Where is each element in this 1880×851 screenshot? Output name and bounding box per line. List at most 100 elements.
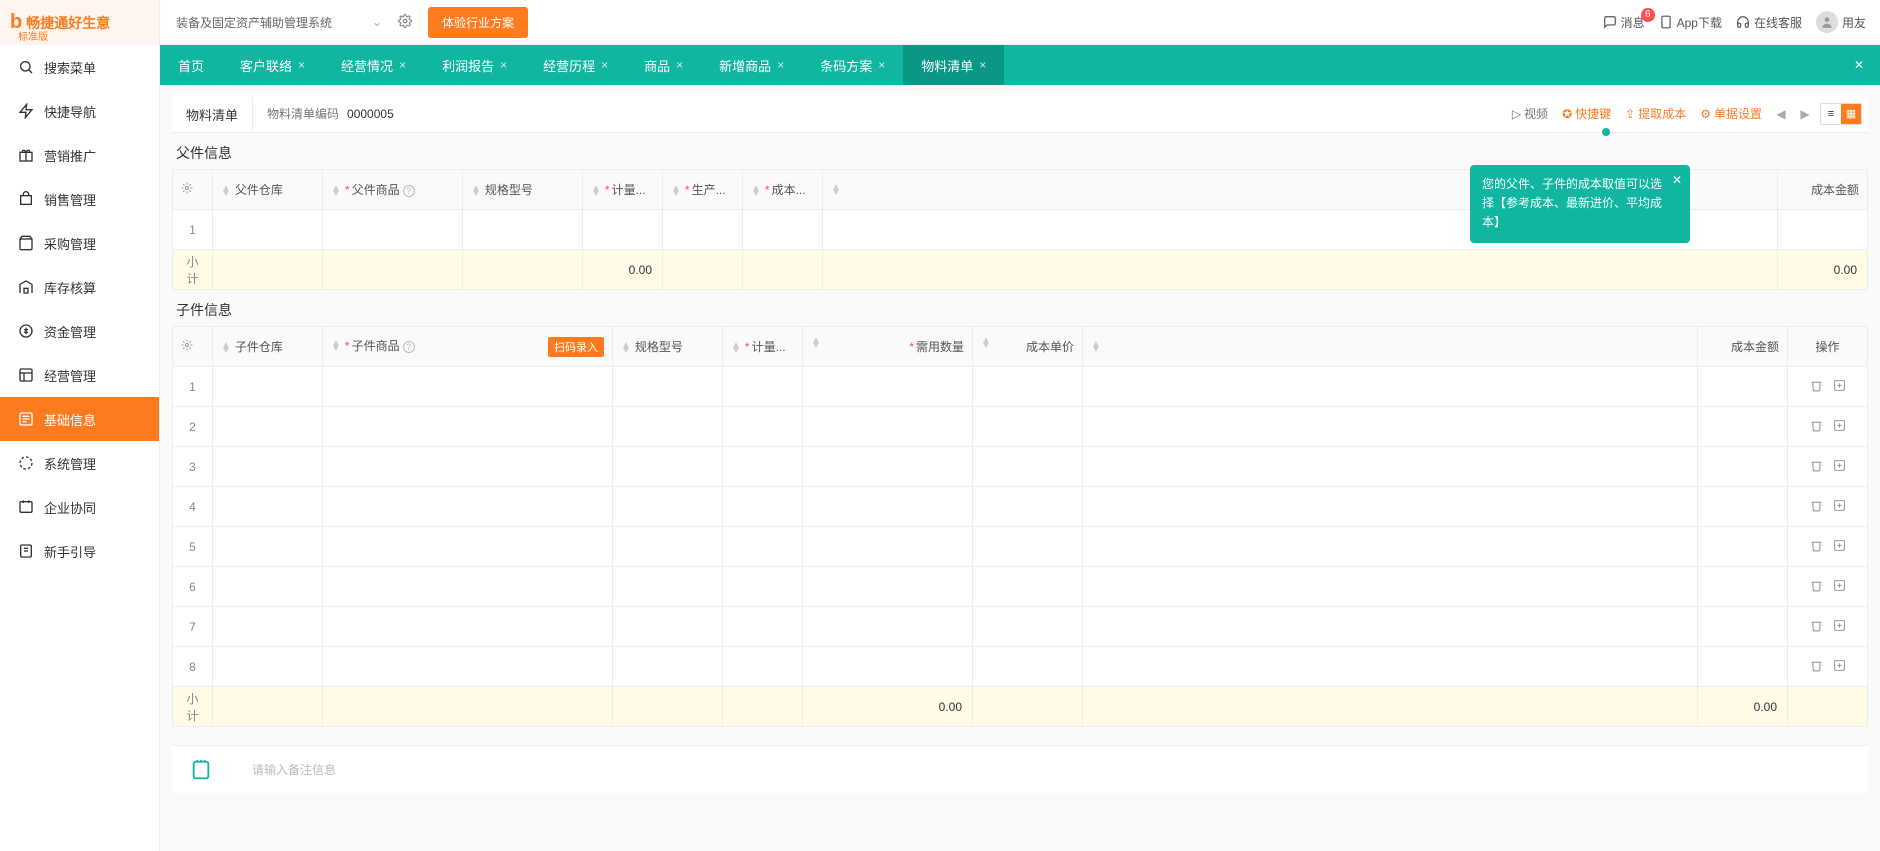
sidebar-item-guide[interactable]: 新手引导	[0, 529, 159, 573]
service-button[interactable]: 在线客服	[1736, 14, 1802, 31]
view-list-button[interactable]: ≡	[1821, 104, 1841, 124]
system-selector[interactable]: 装备及固定资产辅助管理系统 ⌄	[168, 14, 390, 31]
stock-icon	[18, 279, 34, 295]
bolt-icon: ✪	[1562, 107, 1572, 121]
close-icon[interactable]: ×	[399, 58, 406, 72]
sidebar-item-base[interactable]: 基础信息	[0, 397, 159, 441]
add-row-icon[interactable]	[1833, 539, 1846, 555]
messages-badge: 6	[1641, 8, 1655, 22]
sidebar-item-corp[interactable]: 企业协同	[0, 485, 159, 529]
gear-icon: ⚙	[1700, 107, 1711, 121]
sidebar-item-stock[interactable]: 库存核算	[0, 265, 159, 309]
sidebar-item-label: 营销推广	[44, 146, 96, 165]
next-button[interactable]: ▶	[1796, 105, 1814, 123]
table-row[interactable]: 7	[173, 607, 1868, 647]
add-row-icon[interactable]	[1833, 499, 1846, 515]
add-row-icon[interactable]	[1833, 379, 1846, 395]
delete-icon[interactable]	[1810, 539, 1823, 555]
table-row[interactable]: 2	[173, 407, 1868, 447]
table-row[interactable]: 8	[173, 647, 1868, 687]
close-icon[interactable]: ×	[500, 58, 507, 72]
column-settings-button[interactable]	[173, 327, 213, 367]
scan-button[interactable]: 扫码录入	[548, 337, 604, 357]
delete-icon[interactable]	[1810, 499, 1823, 515]
close-all-tabs-button[interactable]: ✕	[1844, 45, 1874, 85]
prev-button[interactable]: ◀	[1772, 105, 1790, 123]
shortcut-link[interactable]: ✪ 快捷键	[1558, 105, 1615, 122]
user-name: 用友	[1842, 14, 1866, 31]
tab-物料清单[interactable]: 物料清单×	[903, 45, 1004, 85]
close-icon[interactable]: ×	[777, 58, 784, 72]
delete-icon[interactable]	[1810, 659, 1823, 675]
close-icon[interactable]: ×	[601, 58, 608, 72]
tab-客户联络[interactable]: 客户联络 ×	[222, 45, 323, 85]
delete-icon[interactable]	[1810, 459, 1823, 475]
sidebar-item-cart[interactable]: 销售管理	[0, 177, 159, 221]
sidebar-item-sys[interactable]: 系统管理	[0, 441, 159, 485]
table-row[interactable]: 5	[173, 527, 1868, 567]
topbar: 装备及固定资产辅助管理系统 ⌄ 体验行业方案 消息 6 App下载 在线客服 用…	[160, 0, 1880, 45]
delete-icon[interactable]	[1810, 419, 1823, 435]
tab-利润报告[interactable]: 利润报告×	[424, 45, 525, 85]
table-row[interactable]: 4	[173, 487, 1868, 527]
tab-label: 经营情况	[341, 56, 393, 75]
close-icon[interactable]: ×	[676, 58, 683, 72]
avatar-icon	[1816, 11, 1838, 33]
cta-button[interactable]: 体验行业方案	[428, 7, 528, 38]
download-button[interactable]: App下载	[1659, 14, 1722, 31]
extract-cost-link[interactable]: ⇪ 提取成本	[1621, 105, 1690, 122]
add-row-icon[interactable]	[1833, 459, 1846, 475]
sidebar: b 畅捷通好生意 标准版 搜索菜单快捷导航营销推广销售管理采购管理库存核算资金管…	[0, 0, 160, 851]
sidebar-item-label: 销售管理	[44, 190, 96, 209]
logo-edition: 标准版	[18, 28, 48, 43]
hint-text: 您的父件、子件的成本取值可以选择【参考成本、最新进价、平均成本】	[1482, 177, 1662, 229]
sidebar-item-label: 经营管理	[44, 366, 96, 385]
sidebar-item-gift[interactable]: 营销推广	[0, 133, 159, 177]
close-icon[interactable]: ×	[878, 58, 885, 72]
add-row-icon[interactable]	[1833, 659, 1846, 675]
column-settings-button[interactable]	[173, 170, 213, 210]
delete-icon[interactable]	[1810, 379, 1823, 395]
table-row[interactable]: 6	[173, 567, 1868, 607]
gear-icon[interactable]	[390, 14, 420, 31]
sidebar-item-ops[interactable]: 经营管理	[0, 353, 159, 397]
add-row-icon[interactable]	[1833, 419, 1846, 435]
sidebar-item-money[interactable]: 资金管理	[0, 309, 159, 353]
tabstrip: 首页客户联络×经营情况×利润报告×经营历程×商品×新增商品×条码方案×物料清单×…	[160, 45, 1880, 85]
table-row[interactable]: 1	[173, 367, 1868, 407]
notes-placeholder[interactable]: 请输入备注信息	[252, 761, 336, 778]
table-row[interactable]: 3	[173, 447, 1868, 487]
delete-icon[interactable]	[1810, 579, 1823, 595]
close-icon[interactable]: ×	[979, 58, 986, 72]
sidebar-item-search[interactable]: 搜索菜单	[0, 45, 159, 89]
search-icon	[18, 59, 34, 75]
bill-settings-link[interactable]: ⚙ 单据设置	[1696, 105, 1766, 122]
close-icon[interactable]: ×	[298, 58, 305, 72]
tab-label: 经营历程	[543, 56, 595, 75]
tab-label: 客户联络	[240, 56, 292, 75]
tab-商品[interactable]: 商品×	[626, 45, 701, 85]
messages-button[interactable]: 消息 6	[1603, 14, 1645, 31]
gift-icon	[18, 147, 34, 163]
flash-icon	[18, 103, 34, 119]
add-row-icon[interactable]	[1833, 619, 1846, 635]
video-link[interactable]: ▷ 视频	[1508, 105, 1552, 122]
tab-条码方案[interactable]: 条码方案×	[802, 45, 903, 85]
tab-经营历程[interactable]: 经营历程 ×	[525, 45, 626, 85]
sidebar-item-label: 新手引导	[44, 542, 96, 561]
view-toggle: ≡ ▦	[1820, 103, 1862, 125]
view-form-button[interactable]: ▦	[1841, 104, 1861, 124]
sidebar-item-flash[interactable]: 快捷导航	[0, 89, 159, 133]
help-icon[interactable]: ?	[403, 341, 415, 353]
sidebar-item-label: 搜索菜单	[44, 58, 96, 77]
help-icon[interactable]: ?	[403, 185, 415, 197]
tab-经营情况[interactable]: 经营情况 ×	[323, 45, 424, 85]
tab-新增商品[interactable]: 新增商品×	[701, 45, 802, 85]
user-menu[interactable]: 用友	[1816, 11, 1866, 33]
close-icon[interactable]: ✕	[1672, 171, 1682, 190]
delete-icon[interactable]	[1810, 619, 1823, 635]
tab-首页[interactable]: 首页	[160, 45, 222, 85]
add-row-icon[interactable]	[1833, 579, 1846, 595]
breadcrumb: 物料清单	[172, 95, 253, 132]
sidebar-item-bag[interactable]: 采购管理	[0, 221, 159, 265]
